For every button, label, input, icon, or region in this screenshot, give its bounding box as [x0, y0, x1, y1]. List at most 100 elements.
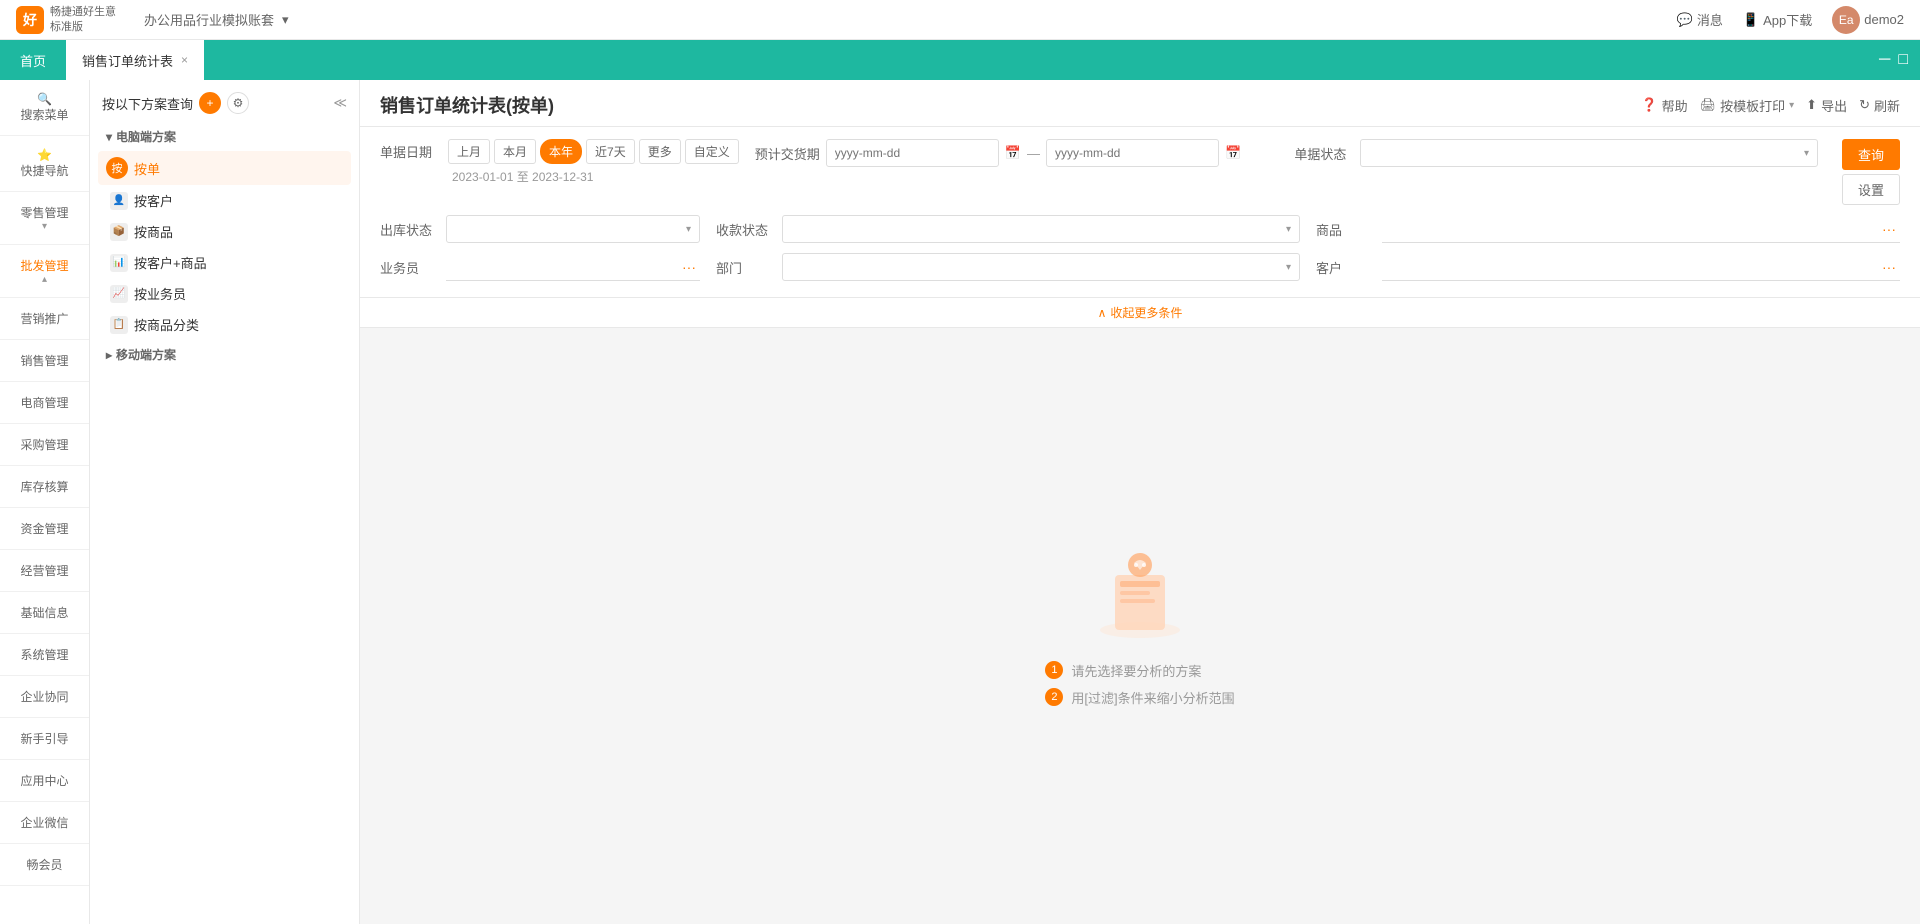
print-btn[interactable]: 🖨 按模板打印 ▾ — [1700, 96, 1795, 115]
mobile-section-arrow: ▸ — [106, 348, 112, 362]
scheme-by-product[interactable]: 📦 按商品 — [98, 216, 351, 247]
order-status-label: 单据状态 — [1294, 144, 1354, 163]
star-icon: ⭐ — [37, 148, 52, 162]
order-status-select[interactable]: ▾ — [1360, 139, 1818, 167]
delivery-date-start[interactable] — [826, 139, 999, 167]
user-profile[interactable]: Ea demo2 — [1832, 6, 1904, 34]
customer-more-icon[interactable]: ··· — [1882, 259, 1896, 275]
shipment-dropdown-icon: ▾ — [686, 224, 691, 235]
sidebar-item-finance[interactable]: 资金管理 — [0, 508, 89, 550]
scheme-by-order[interactable]: 按 按单 — [98, 151, 351, 185]
sidebar-item-enterprise[interactable]: 企业协同 — [0, 676, 89, 718]
tabbar-right: ─ □ — [1879, 51, 1920, 69]
calendar-icon-2: 📅 — [1225, 145, 1241, 161]
order-status-dropdown-icon: ▾ — [1804, 148, 1809, 159]
sidebar-item-system[interactable]: 系统管理 — [0, 634, 89, 676]
add-scheme-btn[interactable]: + — [199, 92, 221, 114]
scheme-icon-customer: 👤 — [110, 192, 128, 210]
department-label: 部门 — [716, 258, 776, 277]
topbar-dropdown-icon[interactable]: ▾ — [282, 12, 289, 28]
empty-tip-2: 2 用[过滤]条件来缩小分析范围 — [1045, 688, 1234, 707]
scheme-icon-salesperson: 📈 — [110, 285, 128, 303]
refresh-icon: ↻ — [1859, 97, 1870, 113]
sidebar-item-marketing[interactable]: 营销推广 — [0, 298, 89, 340]
logo-text: 畅捷通好生意 标准版 — [50, 5, 116, 34]
settings-btn[interactable]: 设置 — [1842, 174, 1900, 205]
settings-scheme-btn[interactable]: ⚙ — [227, 92, 249, 114]
message-btn[interactable]: 💬 消息 — [1677, 10, 1723, 29]
topbar-title: 办公用品行业模拟账套 — [144, 10, 274, 29]
tab-sales-order[interactable]: 销售订单统计表 × — [66, 40, 204, 80]
sidebar-item-newbie[interactable]: 新手引导 — [0, 718, 89, 760]
left-panel-header: 按以下方案查询 + ⚙ ≪ — [90, 92, 359, 122]
collapse-icon: ∧ — [1098, 306, 1107, 320]
sidebar-item-operations[interactable]: 经营管理 — [0, 550, 89, 592]
sidebar-item-wholesale[interactable]: 批发管理 ▴ — [0, 245, 89, 298]
chevron-icon: ▾ — [42, 221, 47, 232]
sidebar-item-sales[interactable]: 销售管理 — [0, 340, 89, 382]
sidebar-item-purchase[interactable]: 采购管理 — [0, 424, 89, 466]
action-buttons: 查询 设置 — [1842, 139, 1900, 205]
collapse-btn[interactable]: ∧ 收起更多条件 — [1098, 304, 1183, 321]
empty-illustration — [1080, 545, 1200, 645]
tip-num-1: 1 — [1045, 661, 1063, 679]
date-btn-last-month[interactable]: 上月 — [448, 139, 490, 164]
help-btn[interactable]: ❓ 帮助 — [1641, 96, 1687, 115]
shipment-status-select[interactable]: ▾ — [446, 215, 700, 243]
scheme-by-salesperson[interactable]: 📈 按业务员 — [98, 278, 351, 309]
page-title: 销售订单统计表(按单) — [380, 92, 554, 118]
sidebar-item-apps[interactable]: 应用中心 — [0, 760, 89, 802]
product-label: 商品 — [1316, 220, 1376, 239]
date-btn-last-7days[interactable]: 近7天 — [586, 139, 635, 164]
department-select[interactable]: ▾ — [782, 253, 1300, 281]
dept-dropdown-icon: ▾ — [1286, 262, 1291, 273]
export-btn[interactable]: ⬆ 导出 — [1806, 96, 1847, 115]
collapse-panel-btn[interactable]: ≪ — [333, 95, 347, 111]
date-btn-group: 上月 本月 本年 近7天 更多 自定义 — [448, 139, 739, 164]
date-btn-this-year[interactable]: 本年 — [540, 139, 582, 164]
tabbar: 首页 销售订单统计表 × ─ □ — [0, 40, 1920, 80]
gear-icon: ⚙ — [233, 96, 244, 110]
page-header: 销售订单统计表(按单) ❓ 帮助 🖨 按模板打印 ▾ ⬆ 导出 — [360, 80, 1920, 127]
sidebar-item-basics[interactable]: 基础信息 — [0, 592, 89, 634]
add-icon: + — [207, 96, 214, 110]
sidebar-item-member[interactable]: 畅会员 — [0, 844, 89, 886]
maximize-icon[interactable]: □ — [1898, 51, 1908, 69]
collapse-icon: ≪ — [333, 95, 347, 110]
scheme-by-customer[interactable]: 👤 按客户 — [98, 185, 351, 216]
minimize-icon[interactable]: ─ — [1879, 51, 1890, 69]
scheme-by-customer-product[interactable]: 📊 按客户+商品 — [98, 247, 351, 278]
refresh-btn[interactable]: ↻ 刷新 — [1859, 96, 1900, 115]
download-icon: 📱 — [1743, 12, 1759, 28]
calendar-icon-1: 📅 — [1005, 145, 1021, 161]
avatar: Ea — [1832, 6, 1860, 34]
tab-close-icon[interactable]: × — [181, 53, 188, 67]
delivery-date-label: 预计交货期 — [755, 144, 820, 163]
date-btn-this-month[interactable]: 本月 — [494, 139, 536, 164]
sidebar-search[interactable]: 🔍 搜索菜单 — [0, 80, 89, 136]
salesperson-more-icon[interactable]: ··· — [682, 259, 696, 275]
sidebar-quick-nav[interactable]: ⭐ 快捷导航 — [0, 136, 89, 192]
scheme-icon-circle: 按 — [106, 157, 128, 179]
mobile-section-title: ▸ 移动端方案 — [98, 340, 351, 369]
message-icon: 💬 — [1677, 12, 1693, 28]
query-btn[interactable]: 查询 — [1842, 139, 1900, 170]
scheme-by-product-category[interactable]: 📋 按商品分类 — [98, 309, 351, 340]
main: 按以下方案查询 + ⚙ ≪ ▾ 电脑端方案 按 — [90, 80, 1920, 924]
delivery-date-end[interactable] — [1046, 139, 1219, 167]
payment-status-select[interactable]: ▾ — [782, 215, 1300, 243]
date-btn-more[interactable]: 更多 — [639, 139, 681, 164]
logo-icon: 好 — [16, 6, 44, 34]
date-btn-custom[interactable]: 自定义 — [685, 139, 739, 164]
sidebar-item-retail[interactable]: 零售管理 ▾ — [0, 192, 89, 245]
product-more-icon[interactable]: ··· — [1882, 221, 1896, 237]
sidebar-item-wechat[interactable]: 企业微信 — [0, 802, 89, 844]
sidebar-item-ecommerce[interactable]: 电商管理 — [0, 382, 89, 424]
app-download-btn[interactable]: 📱 App下载 — [1743, 10, 1812, 29]
filter-area: 单据日期 上月 本月 本年 近7天 更多 自定义 2023-01-0 — [360, 127, 1920, 298]
scheme-icon-category: 📋 — [110, 316, 128, 334]
empty-tips: 1 请先选择要分析的方案 2 用[过滤]条件来缩小分析范围 — [1045, 661, 1234, 707]
collapse-bar: ∧ 收起更多条件 — [360, 298, 1920, 328]
sidebar-item-inventory[interactable]: 库存核算 — [0, 466, 89, 508]
tab-home[interactable]: 首页 — [0, 40, 66, 80]
